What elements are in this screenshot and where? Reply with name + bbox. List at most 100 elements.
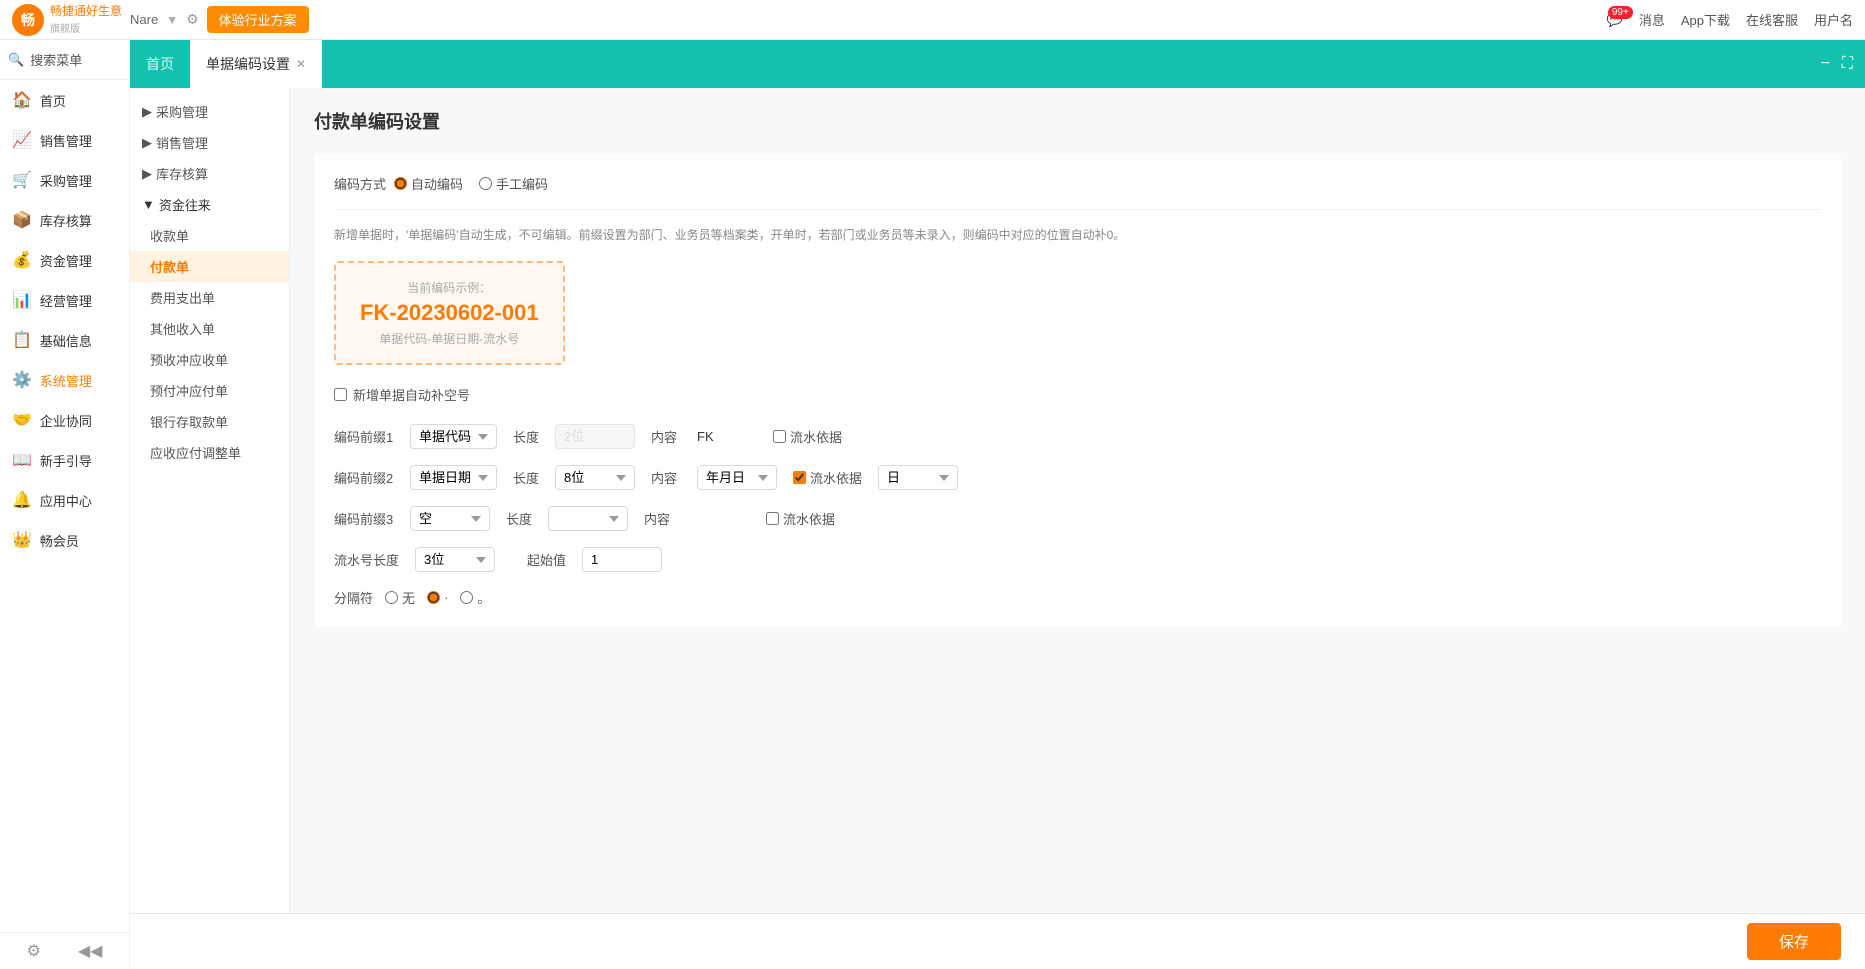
online-service[interactable]: 在线客服	[1746, 10, 1798, 29]
sidebar-item-apps[interactable]: 🔔 应用中心	[0, 480, 129, 520]
prefix-3-select[interactable]: 空	[410, 506, 490, 531]
sidebar-item-basic[interactable]: 📋 基础信息	[0, 320, 129, 360]
liushui-3-checkbox[interactable]	[766, 512, 779, 525]
sidebar-item-management[interactable]: 📊 经营管理	[0, 280, 129, 320]
sep-dot-radio[interactable]	[427, 591, 440, 604]
liushui-3-option[interactable]: 流水依据	[766, 509, 835, 528]
sidebar-item-inventory[interactable]: 📦 库存核算	[0, 200, 129, 240]
sub-group-sales[interactable]: ▶ 销售管理	[130, 127, 289, 158]
prefix-2-select[interactable]: 单据日期	[410, 465, 497, 490]
liushui-2-checkbox[interactable]	[793, 471, 806, 484]
collapse-icon[interactable]: ◀◀	[78, 941, 103, 961]
sidebar-label-inventory: 库存核算	[40, 211, 92, 230]
sales-icon: 📈	[12, 130, 32, 150]
liushui-1-checkbox[interactable]	[773, 430, 786, 443]
content-1-value: FK	[697, 429, 757, 444]
message-label[interactable]: 消息	[1639, 10, 1665, 29]
liushui-2-label: 流水依据	[810, 468, 862, 487]
content-1-label: 内容	[651, 427, 681, 446]
sub-item-pre-pay-label: 预付冲应付单	[150, 384, 228, 399]
prefix-row-2: 编码前缀2 单据日期 长度 8位 内容 年月日	[334, 465, 1821, 490]
length-3-select[interactable]	[548, 506, 628, 531]
sep-period-radio[interactable]	[460, 591, 473, 604]
arrow-down-icon[interactable]: ▼	[166, 13, 178, 27]
save-button[interactable]: 保存	[1747, 923, 1841, 960]
sub-arrow-capital: ▼	[142, 197, 155, 212]
sub-item-adjust[interactable]: 应收应付调整单	[130, 437, 289, 468]
message-badge: 99+	[1608, 6, 1633, 19]
auto-fill-checkbox[interactable]	[334, 388, 347, 401]
sidebar-item-sales[interactable]: 📈 销售管理	[0, 120, 129, 160]
sub-sidebar: ▶ 采购管理 ▶ 销售管理 ▶ 库存核算 ▼ 资金往来 收款单	[130, 88, 290, 913]
auto-encoding-label: 自动编码	[411, 174, 463, 193]
auto-encoding-option[interactable]: 自动编码	[394, 174, 463, 193]
sub-item-pre-pay[interactable]: 预付冲应付单	[130, 375, 289, 406]
sub-item-receipts-label: 收款单	[150, 229, 189, 244]
sep-none-radio[interactable]	[385, 591, 398, 604]
sub-group-purchase[interactable]: ▶ 采购管理	[130, 96, 289, 127]
sub-item-bank[interactable]: 银行存取款单	[130, 406, 289, 437]
sub-group-capital[interactable]: ▼ 资金往来	[130, 189, 289, 220]
start-value-input[interactable]	[582, 547, 662, 572]
auto-fill-row: 新增单据自动补空号	[334, 385, 1821, 404]
prefix-row-3: 编码前缀3 空 长度 内容 流水依据	[334, 506, 1821, 531]
auto-fill-label: 新增单据自动补空号	[353, 385, 470, 404]
sub-item-other-income[interactable]: 其他收入单	[130, 313, 289, 344]
sidebar-item-enterprise[interactable]: 🤝 企业协同	[0, 400, 129, 440]
top-bar: 畅 畅捷通好生意 旗舰版 Nare ▼ ⚙ 体验行业方案 💬 99+ 消息 Ap…	[0, 0, 1865, 40]
sidebar-item-member[interactable]: 👑 畅会员	[0, 520, 129, 560]
management-icon: 📊	[12, 290, 32, 310]
sub-label-inventory: 库存核算	[156, 164, 208, 183]
logo-icon: 畅	[12, 4, 44, 36]
prefix-1-select[interactable]: 单据代码	[410, 424, 497, 449]
sidebar-item-finance[interactable]: 💰 资金管理	[0, 240, 129, 280]
sep-none-option[interactable]: 无	[385, 588, 415, 607]
tab-minimize-icon[interactable]: −	[1820, 55, 1829, 73]
user-label[interactable]: 用户名	[1814, 10, 1853, 29]
sidebar-item-home[interactable]: 🏠 首页	[0, 80, 129, 120]
sub-group-inventory[interactable]: ▶ 库存核算	[130, 158, 289, 189]
prefix-2-label: 编码前缀2	[334, 468, 394, 487]
auto-encoding-radio[interactable]	[394, 177, 407, 190]
manual-encoding-radio[interactable]	[479, 177, 492, 190]
manual-encoding-option[interactable]: 手工编码	[479, 174, 548, 193]
settings-bottom-icon[interactable]: ⚙	[27, 941, 41, 961]
sub-item-payment[interactable]: 付款单	[130, 251, 289, 282]
app-download[interactable]: App下载	[1681, 10, 1730, 29]
sidebar-item-guide[interactable]: 📖 新手引导	[0, 440, 129, 480]
sub-item-bank-label: 银行存取款单	[150, 415, 228, 430]
sidebar-item-system[interactable]: ⚙️ 系统管理	[0, 360, 129, 400]
sub-item-pre-collect[interactable]: 预收冲应收单	[130, 344, 289, 375]
tab-encoding-settings[interactable]: 单据编码设置 ✕	[190, 40, 322, 88]
message-icon[interactable]: 💬 99+	[1607, 12, 1623, 28]
tab-home[interactable]: 首页	[130, 40, 190, 88]
sub-item-expense-label: 费用支出单	[150, 291, 215, 306]
experience-btn[interactable]: 体验行业方案	[207, 6, 309, 33]
gear-icon[interactable]: ⚙	[186, 11, 199, 28]
content-2-select[interactable]: 年月日	[697, 465, 777, 490]
sep-period-option[interactable]: 。	[460, 588, 490, 607]
granularity-select[interactable]: 日	[878, 465, 958, 490]
sidebar-label-member: 畅会员	[40, 531, 79, 550]
sidebar-search[interactable]: 🔍 搜索菜单	[0, 40, 129, 80]
serial-length-label: 流水号长度	[334, 550, 399, 569]
system-icon: ⚙️	[12, 370, 32, 390]
encoding-method-label: 编码方式	[334, 174, 386, 193]
sep-dot-option[interactable]: ·	[427, 590, 448, 605]
liushui-2-option[interactable]: 流水依据	[793, 468, 862, 487]
sub-item-expense[interactable]: 费用支出单	[130, 282, 289, 313]
tab-home-label: 首页	[146, 54, 174, 74]
length-2-select[interactable]: 8位	[555, 465, 635, 490]
sidebar-label-management: 经营管理	[40, 291, 92, 310]
sidebar-label-enterprise: 企业协同	[40, 411, 92, 430]
serial-length-select[interactable]: 3位	[415, 547, 495, 572]
close-tab-icon[interactable]: ✕	[296, 57, 306, 71]
liushui-1-option[interactable]: 流水依据	[773, 427, 842, 446]
tab-maximize-icon[interactable]: ⛶	[1842, 55, 1853, 73]
sub-label-capital: 资金往来	[159, 195, 211, 214]
sub-item-other-income-label: 其他收入单	[150, 322, 215, 337]
length-1-select[interactable]: 2位	[555, 424, 635, 449]
main-layout: 🔍 搜索菜单 🏠 首页 📈 销售管理 🛒 采购管理 📦 库存核算 💰 资金管理 …	[0, 40, 1865, 969]
sidebar-item-purchase[interactable]: 🛒 采购管理	[0, 160, 129, 200]
sub-item-receipts[interactable]: 收款单	[130, 220, 289, 251]
